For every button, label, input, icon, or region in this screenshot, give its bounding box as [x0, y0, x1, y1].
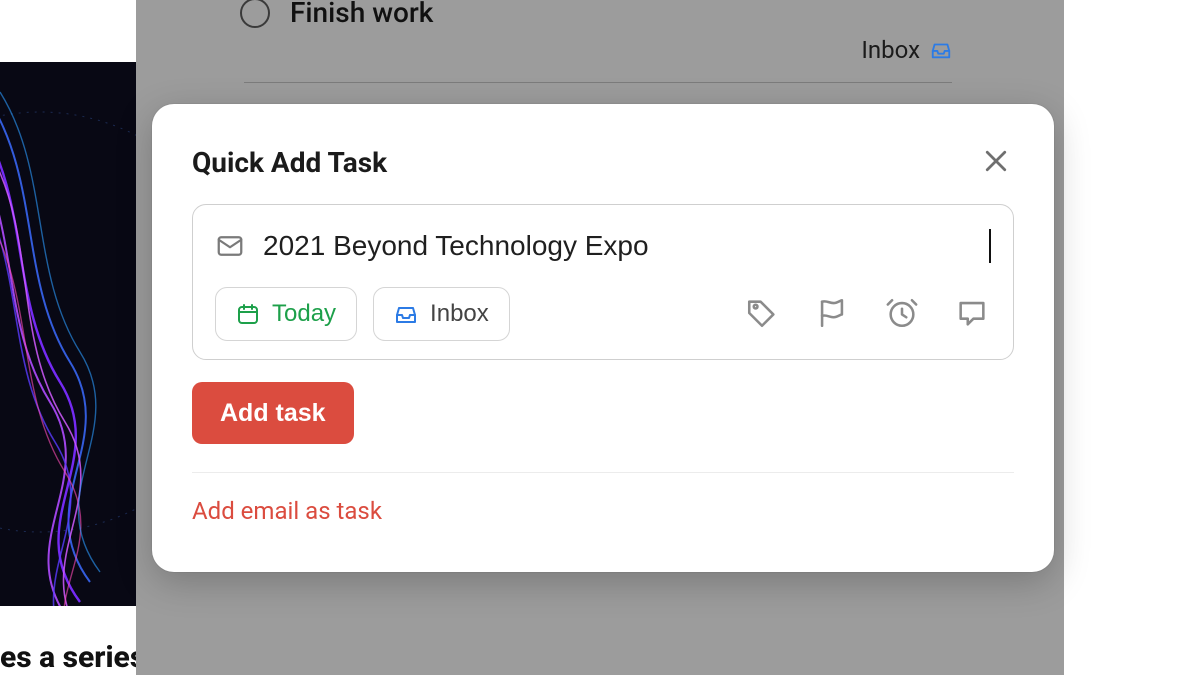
task-input-card: Today Inbox: [192, 204, 1014, 360]
tag-icon: [745, 296, 779, 333]
quick-add-task-modal: Quick Add Task Today: [152, 104, 1054, 572]
comment-icon: [955, 296, 989, 333]
task-name-input[interactable]: [263, 230, 975, 262]
mail-icon: [215, 231, 245, 261]
far-right-gutter: [1106, 0, 1200, 675]
task-input-row: [215, 223, 991, 271]
row-divider: [244, 82, 952, 83]
right-gutter: [1064, 0, 1106, 675]
due-date-chip[interactable]: Today: [215, 287, 357, 341]
background-task-row: Finish work: [240, 0, 433, 29]
modal-header: Quick Add Task: [192, 144, 1014, 180]
background-project-badge[interactable]: Inbox: [861, 36, 952, 64]
label-button[interactable]: [743, 295, 781, 333]
alarm-icon: [885, 296, 919, 333]
inbox-tray-icon: [930, 39, 952, 61]
project-chip[interactable]: Inbox: [373, 287, 510, 341]
article-headline-fragment: es a series: [0, 640, 145, 675]
article-thumbnail: [0, 62, 136, 606]
project-label: Inbox: [861, 36, 920, 64]
modal-title: Quick Add Task: [192, 146, 387, 179]
flag-icon: [815, 296, 849, 333]
calendar-icon: [236, 302, 260, 326]
add-email-as-task-link[interactable]: Add email as task: [192, 497, 382, 525]
comment-button[interactable]: [953, 295, 991, 333]
close-button[interactable]: [978, 144, 1014, 180]
task-checkbox[interactable]: [240, 0, 270, 28]
add-task-label: Add task: [220, 399, 326, 428]
reminder-button[interactable]: [883, 295, 921, 333]
task-title: Finish work: [290, 0, 433, 29]
add-task-button[interactable]: Add task: [192, 382, 354, 444]
task-action-icons: [743, 295, 991, 333]
divider: [192, 472, 1014, 473]
inbox-tray-icon: [394, 302, 418, 326]
due-date-label: Today: [272, 300, 336, 328]
submit-row: Add task: [192, 382, 1014, 444]
project-chip-label: Inbox: [430, 300, 489, 328]
text-caret: [989, 229, 991, 263]
priority-button[interactable]: [813, 295, 851, 333]
close-icon: [981, 146, 1011, 179]
chip-row: Today Inbox: [215, 287, 991, 341]
left-column: es a series: [0, 0, 136, 675]
